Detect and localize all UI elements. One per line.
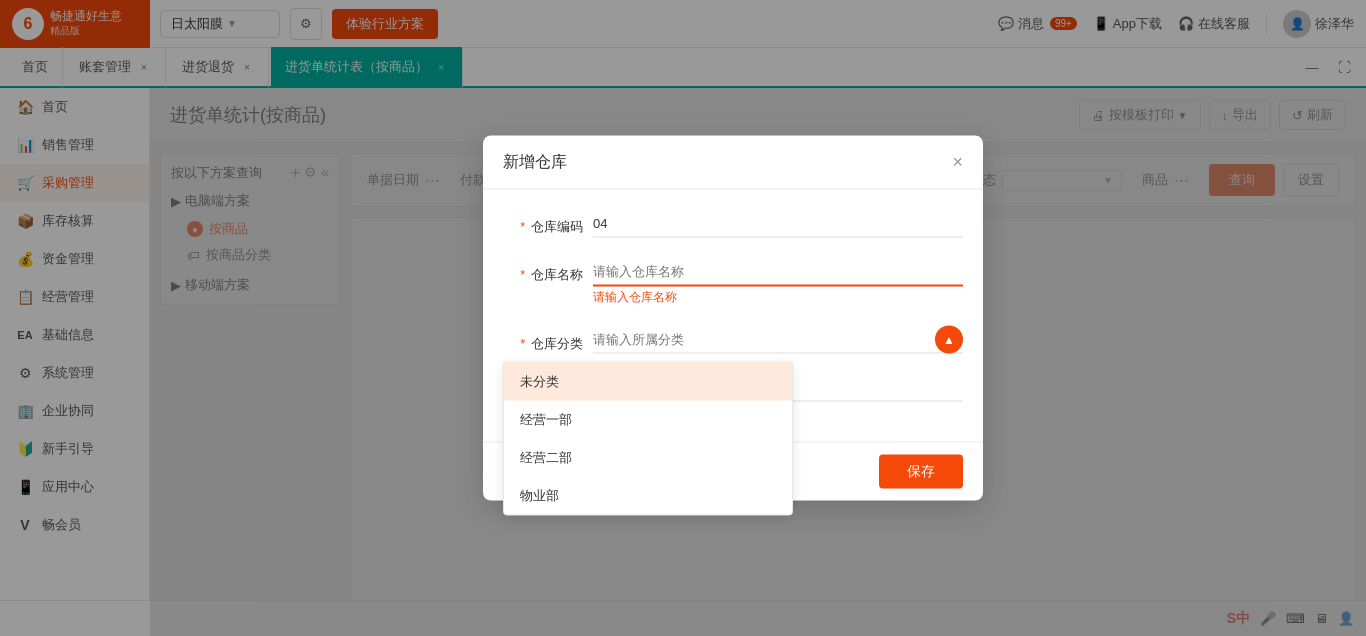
dropdown-toggle-button[interactable]: ▲ [935,326,963,354]
chevron-up-icon: ▲ [943,333,955,347]
save-button[interactable]: 保存 [879,455,963,489]
code-input[interactable] [593,210,963,238]
category-label: * 仓库分类 [503,327,583,353]
form-row-name: * 仓库名称 请输入仓库名称 [503,258,963,306]
form-row-category: * 仓库分类 ▲ 未分类 经营一部 经营二部 [503,326,963,354]
modal-body: * 仓库编码 * 仓库名称 请输入仓库名称 * 仓库分类 [483,190,983,442]
name-error-message: 请输入仓库名称 [593,289,963,306]
modal-close-button[interactable]: × [952,152,963,173]
dropdown-item-uncategorized[interactable]: 未分类 [504,363,792,401]
category-dropdown-list: 未分类 经营一部 经营二部 物业部 [503,362,793,516]
modal-title: 新增仓库 [503,152,567,173]
name-label: * 仓库名称 [503,258,583,284]
form-row-code: * 仓库编码 [503,210,963,238]
code-label: * 仓库编码 [503,210,583,236]
new-warehouse-modal: 新增仓库 × * 仓库编码 * 仓库名称 请输入仓库名称 * [483,136,983,501]
name-input[interactable] [593,258,963,287]
dropdown-item-property[interactable]: 物业部 [504,477,792,515]
dropdown-item-dept2[interactable]: 经营二部 [504,439,792,477]
category-input[interactable] [593,326,963,354]
modal-header: 新增仓库 × [483,136,983,190]
category-dropdown: ▲ 未分类 经营一部 经营二部 物业部 [593,326,963,354]
dropdown-item-dept1[interactable]: 经营一部 [504,401,792,439]
